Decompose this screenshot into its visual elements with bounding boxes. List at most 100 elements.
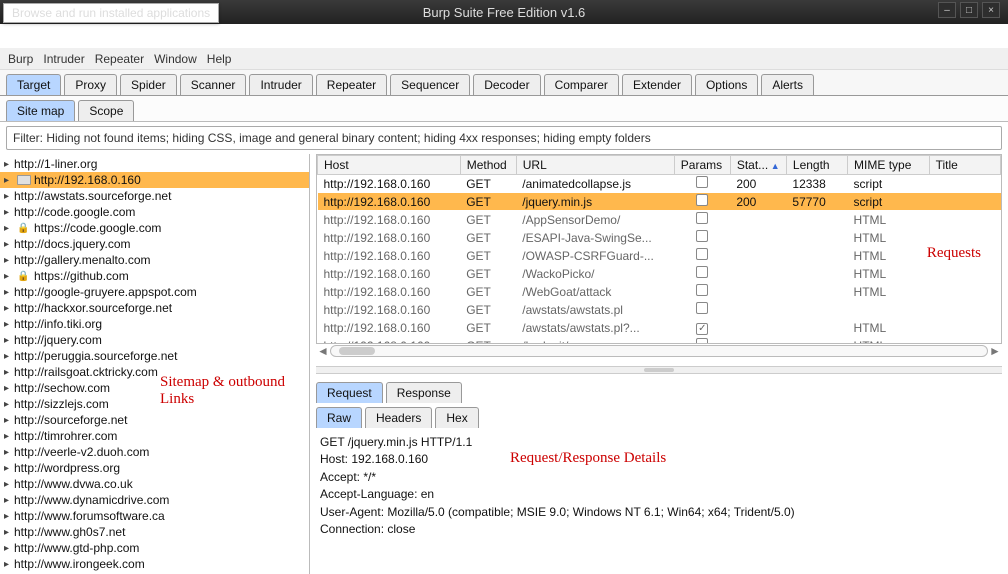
tab-repeater[interactable]: Repeater <box>316 74 387 95</box>
table-row[interactable]: http://192.168.0.160GET/animatedcollapse… <box>318 175 1001 193</box>
tab-decoder[interactable]: Decoder <box>473 74 540 95</box>
request-raw-text[interactable]: Request/Response Details GET /jquery.min… <box>310 428 1008 544</box>
tab-sequencer[interactable]: Sequencer <box>390 74 470 95</box>
subtab-scope[interactable]: Scope <box>78 100 134 121</box>
tree-expand-icon[interactable]: ▸ <box>4 223 14 234</box>
tree-expand-icon[interactable]: ▸ <box>4 511 14 522</box>
tree-expand-icon[interactable]: ▸ <box>4 415 14 426</box>
tree-expand-icon[interactable]: ▸ <box>4 207 14 218</box>
tree-item[interactable]: ▸http://hackxor.sourceforge.net <box>0 300 309 316</box>
close-button[interactable]: × <box>982 2 1000 18</box>
params-checkbox[interactable] <box>696 338 708 344</box>
tab-comparer[interactable]: Comparer <box>544 74 619 95</box>
col-stat[interactable]: Stat... <box>730 156 786 175</box>
params-checkbox[interactable]: ✓ <box>696 323 708 335</box>
splitter-handle[interactable] <box>316 366 1002 374</box>
tree-item[interactable]: ▸http://sizzlejs.com <box>0 396 309 412</box>
tree-expand-icon[interactable]: ▸ <box>4 335 14 346</box>
detail-tab-response[interactable]: Response <box>386 382 462 403</box>
col-url[interactable]: URL <box>516 156 674 175</box>
col-title[interactable]: Title <box>929 156 1000 175</box>
horizontal-scrollbar[interactable]: ◄ ► <box>316 344 1002 358</box>
menu-intruder[interactable]: Intruder <box>43 52 84 66</box>
tab-target[interactable]: Target <box>6 74 61 95</box>
params-checkbox[interactable] <box>696 230 708 242</box>
tree-expand-icon[interactable]: ▸ <box>4 479 14 490</box>
tree-expand-icon[interactable]: ▸ <box>4 303 14 314</box>
tree-item[interactable]: ▸http://jquery.com <box>0 332 309 348</box>
tree-item[interactable]: ▸http://timrohrer.com <box>0 428 309 444</box>
tree-expand-icon[interactable]: ▸ <box>4 255 14 266</box>
tab-scanner[interactable]: Scanner <box>180 74 247 95</box>
tree-item[interactable]: ▸http://peruggia.sourceforge.net <box>0 348 309 364</box>
tree-item[interactable]: ▸http://www.gtd-php.com <box>0 540 309 556</box>
detail-subtab-headers[interactable]: Headers <box>365 407 432 428</box>
menu-window[interactable]: Window <box>154 52 197 66</box>
tab-proxy[interactable]: Proxy <box>64 74 117 95</box>
params-checkbox[interactable] <box>696 284 708 296</box>
tab-extender[interactable]: Extender <box>622 74 692 95</box>
tree-item[interactable]: ▸http://192.168.0.160 <box>0 172 309 188</box>
tab-intruder[interactable]: Intruder <box>249 74 312 95</box>
params-checkbox[interactable] <box>696 248 708 260</box>
params-checkbox[interactable] <box>696 176 708 188</box>
tree-expand-icon[interactable]: ▸ <box>4 239 14 250</box>
detail-tab-request[interactable]: Request <box>316 382 383 403</box>
params-checkbox[interactable] <box>696 266 708 278</box>
tree-expand-icon[interactable]: ▸ <box>4 191 14 202</box>
maximize-button[interactable]: □ <box>960 2 978 18</box>
tree-expand-icon[interactable]: ▸ <box>4 271 14 282</box>
tree-expand-icon[interactable]: ▸ <box>4 159 14 170</box>
tree-expand-icon[interactable]: ▸ <box>4 495 14 506</box>
tree-item[interactable]: ▸http://sourceforge.net <box>0 412 309 428</box>
params-checkbox[interactable] <box>696 302 708 314</box>
tree-expand-icon[interactable]: ▸ <box>4 287 14 298</box>
filter-bar[interactable]: Filter: Hiding not found items; hiding C… <box>6 126 1002 150</box>
tree-item[interactable]: ▸http://google-gruyere.appspot.com <box>0 284 309 300</box>
tree-expand-icon[interactable]: ▸ <box>4 463 14 474</box>
tree-item[interactable]: ▸http://www.dynamicdrive.com <box>0 492 309 508</box>
tree-item[interactable]: ▸http://sechow.com <box>0 380 309 396</box>
tree-expand-icon[interactable]: ▸ <box>4 559 14 570</box>
tree-item[interactable]: ▸http://www.forumsoftware.ca <box>0 508 309 524</box>
tree-expand-icon[interactable]: ▸ <box>4 527 14 538</box>
tree-item[interactable]: ▸https://github.com <box>0 268 309 284</box>
col-length[interactable]: Length <box>786 156 847 175</box>
tree-item[interactable]: ▸http://gallery.menalto.com <box>0 252 309 268</box>
tree-expand-icon[interactable]: ▸ <box>4 431 14 442</box>
tree-item[interactable]: ▸http://www.dvwa.co.uk <box>0 476 309 492</box>
table-row[interactable]: http://192.168.0.160GET/awstats/awstats.… <box>318 301 1001 319</box>
minimize-button[interactable]: – <box>938 2 956 18</box>
tree-item[interactable]: ▸https://code.google.com <box>0 220 309 236</box>
tree-item[interactable]: ▸http://www.gh0s7.net <box>0 524 309 540</box>
table-row[interactable]: http://192.168.0.160GET/OWASP-CSRFGuard-… <box>318 247 1001 265</box>
params-checkbox[interactable] <box>696 194 708 206</box>
tree-expand-icon[interactable]: ▸ <box>4 543 14 554</box>
tree-item[interactable]: ▸http://1-liner.org <box>0 156 309 172</box>
scroll-left-icon[interactable]: ◄ <box>316 344 330 358</box>
col-mimetype[interactable]: MIME type <box>848 156 930 175</box>
tree-expand-icon[interactable]: ▸ <box>4 175 14 186</box>
table-row[interactable]: http://192.168.0.160GET/WebGoat/attackHT… <box>318 283 1001 301</box>
tree-item[interactable]: ▸http://docs.jquery.com <box>0 236 309 252</box>
menu-help[interactable]: Help <box>207 52 232 66</box>
tree-expand-icon[interactable]: ▸ <box>4 447 14 458</box>
tree-item[interactable]: ▸http://wordpress.org <box>0 460 309 476</box>
menu-repeater[interactable]: Repeater <box>95 52 144 66</box>
detail-subtab-raw[interactable]: Raw <box>316 407 362 428</box>
tree-expand-icon[interactable]: ▸ <box>4 367 14 378</box>
tree-item[interactable]: ▸http://awstats.sourceforge.net <box>0 188 309 204</box>
col-method[interactable]: Method <box>460 156 516 175</box>
requests-table[interactable]: HostMethodURLParamsStat...LengthMIME typ… <box>316 154 1002 344</box>
detail-subtab-hex[interactable]: Hex <box>435 407 478 428</box>
sitemap-tree[interactable]: Sitemap & outbound Links ▸http://1-liner… <box>0 154 310 574</box>
col-host[interactable]: Host <box>318 156 461 175</box>
col-params[interactable]: Params <box>674 156 730 175</box>
tab-spider[interactable]: Spider <box>120 74 177 95</box>
table-row[interactable]: http://192.168.0.160GET/WackoPicko/HTML <box>318 265 1001 283</box>
menu-burp[interactable]: Burp <box>8 52 33 66</box>
tree-item[interactable]: ▸http://info.tiki.org <box>0 316 309 332</box>
table-row[interactable]: http://192.168.0.160GET/bodgeit/HTML <box>318 337 1001 345</box>
scroll-right-icon[interactable]: ► <box>988 344 1002 358</box>
subtab-site-map[interactable]: Site map <box>6 100 75 121</box>
